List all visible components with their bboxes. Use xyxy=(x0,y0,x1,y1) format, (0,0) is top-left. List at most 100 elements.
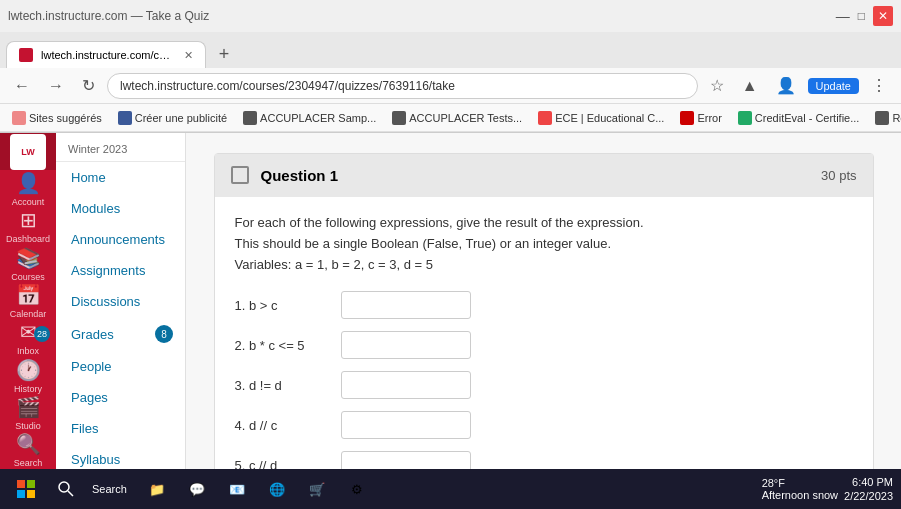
nav-item-announcements[interactable]: Announcements xyxy=(56,224,185,255)
nav-item-grades[interactable]: Grades 8 xyxy=(56,317,185,351)
nav-item-modules[interactable]: Modules xyxy=(56,193,185,224)
search-taskbar-btn[interactable] xyxy=(48,474,84,504)
menu-btn[interactable]: ⋮ xyxy=(865,74,893,97)
bookmark-sites[interactable]: Sites suggérés xyxy=(8,109,106,127)
nav-item-files[interactable]: Files xyxy=(56,413,185,444)
new-tab-btn[interactable]: + xyxy=(210,40,238,68)
browser-tab[interactable]: lwtech.instructure.com/courses/2304947/q… xyxy=(6,41,206,68)
nav-item-discussions[interactable]: Discussions xyxy=(56,286,185,317)
bookmark-resume[interactable]: Resume xyxy=(871,109,901,127)
taskbar-apps-btn[interactable]: ⚙ xyxy=(339,474,375,504)
bookmark-icon xyxy=(680,111,694,125)
taskbar-clock: 6:40 PM 2/22/2023 xyxy=(844,475,893,504)
bookmark-label: CreditEval - Certifie... xyxy=(755,112,860,124)
nav-label-announcements: Announcements xyxy=(71,232,165,247)
nav-label-people: People xyxy=(71,359,111,374)
canvas-logo[interactable]: LW xyxy=(0,133,56,170)
gn-label-studio: Studio xyxy=(15,421,41,431)
logo-inner: LW xyxy=(10,134,46,170)
window-title: lwtech.instructure.com — Take a Quiz xyxy=(8,9,209,23)
nav-item-people[interactable]: People xyxy=(56,351,185,382)
clock-time: 6:40 PM xyxy=(844,475,893,489)
nav-label-home: Home xyxy=(71,170,106,185)
windows-logo-icon xyxy=(17,480,35,498)
bookmark-label: ACCUPLACER Tests... xyxy=(409,112,522,124)
question-label-5: 5. c // d xyxy=(235,458,325,469)
gn-item-account[interactable]: 👤 Account xyxy=(0,170,56,207)
question-label-4: 4. d // c xyxy=(235,418,325,433)
desc-variables: Variables: a = 1, b = 2, c = 3, d = 5 xyxy=(235,255,853,276)
gn-label-history: History xyxy=(14,384,42,394)
search-taskbar-icon xyxy=(58,481,74,497)
studio-icon: 🎬 xyxy=(16,395,41,419)
address-bar[interactable] xyxy=(107,73,698,99)
extensions-btn[interactable]: ▲ xyxy=(736,75,764,97)
gn-item-inbox[interactable]: ✉ 28 Inbox xyxy=(0,320,56,357)
gn-item-history[interactable]: 🕐 History xyxy=(0,357,56,394)
question-row-1: 1. b > c xyxy=(235,291,853,319)
nav-item-syllabus[interactable]: Syllabus xyxy=(56,444,185,469)
taskbar-weather-desc: Afternoon snow xyxy=(762,489,838,501)
taskbar-browser-btn[interactable]: 🌐 xyxy=(259,474,295,504)
taskbar-weather: 28°F Afternoon snow xyxy=(762,477,838,501)
calendar-icon: 📅 xyxy=(16,283,41,307)
update-btn[interactable]: Update xyxy=(808,78,859,94)
gn-item-dashboard[interactable]: ⊞ Dashboard xyxy=(0,208,56,245)
profile-btn[interactable]: 👤 xyxy=(770,74,802,97)
dashboard-icon: ⊞ xyxy=(20,208,37,232)
question-label-3: 3. d != d xyxy=(235,378,325,393)
title-bar: lwtech.instructure.com — Take a Quiz — □… xyxy=(0,0,901,32)
nav-item-pages[interactable]: Pages xyxy=(56,382,185,413)
taskbar-chat-btn[interactable]: 💬 xyxy=(179,474,215,504)
taskbar-left: Search 📁 💬 📧 🌐 🛒 ⚙ xyxy=(8,471,375,507)
bookmark-fb-ad[interactable]: Créer une publicité xyxy=(114,109,231,127)
back-btn[interactable]: ← xyxy=(8,75,36,97)
bookmark-icon xyxy=(12,111,26,125)
window-controls[interactable]: — □ ✕ xyxy=(836,6,893,26)
bookmark-icon xyxy=(538,111,552,125)
gn-item-calendar[interactable]: 📅 Calendar xyxy=(0,282,56,319)
taskbar-store-btn[interactable]: 🛒 xyxy=(299,474,335,504)
answer-input-2[interactable] xyxy=(341,331,471,359)
forward-btn[interactable]: → xyxy=(42,75,70,97)
svg-rect-1 xyxy=(27,480,35,488)
answer-input-5[interactable] xyxy=(341,451,471,469)
minimize-btn[interactable]: — xyxy=(836,6,850,26)
nav-item-assignments[interactable]: Assignments xyxy=(56,255,185,286)
gn-item-search[interactable]: 🔍 Search xyxy=(0,432,56,469)
account-icon: 👤 xyxy=(16,171,41,195)
maximize-btn[interactable]: □ xyxy=(858,6,865,26)
answer-input-1[interactable] xyxy=(341,291,471,319)
bookmark-accuplacer1[interactable]: ACCUPLACER Samp... xyxy=(239,109,380,127)
start-button[interactable] xyxy=(8,471,44,507)
question-header: Question 1 30 pts xyxy=(215,154,873,197)
taskbar-mail-btn[interactable]: 📧 xyxy=(219,474,255,504)
question-title: Question 1 xyxy=(261,167,822,184)
bookmark-icon xyxy=(392,111,406,125)
global-nav: LW 👤 Account ⊞ Dashboard 📚 Courses 📅 Cal… xyxy=(0,133,56,469)
answer-input-3[interactable] xyxy=(341,371,471,399)
bookmark-ece[interactable]: ECE | Educational C... xyxy=(534,109,668,127)
close-btn[interactable]: ✕ xyxy=(873,6,893,26)
question-body: For each of the following expressions, g… xyxy=(215,197,873,469)
bookmark-btn[interactable]: ☆ xyxy=(704,74,730,97)
navigation-bar: ← → ↻ ☆ ▲ 👤 Update ⋮ xyxy=(0,68,901,104)
question-checkbox[interactable] xyxy=(231,166,249,184)
reload-btn[interactable]: ↻ xyxy=(76,74,101,97)
tab-close-btn[interactable]: ✕ xyxy=(184,49,193,62)
answer-input-4[interactable] xyxy=(341,411,471,439)
svg-rect-3 xyxy=(27,490,35,498)
bookmark-icon xyxy=(118,111,132,125)
taskbar-files-btn[interactable]: 📁 xyxy=(139,474,175,504)
browser-chrome: lwtech.instructure.com — Take a Quiz — □… xyxy=(0,0,901,133)
bookmark-icon xyxy=(243,111,257,125)
gn-item-studio[interactable]: 🎬 Studio xyxy=(0,394,56,431)
bookmark-accuplacer2[interactable]: ACCUPLACER Tests... xyxy=(388,109,526,127)
question-row-3: 3. d != d xyxy=(235,371,853,399)
gn-item-courses[interactable]: 📚 Courses xyxy=(0,245,56,282)
nav-item-home[interactable]: Home xyxy=(56,162,185,193)
bookmark-crediteval[interactable]: CreditEval - Certifie... xyxy=(734,109,864,127)
content-inner: Question 1 30 pts For each of the follow… xyxy=(194,153,894,469)
bookmark-error[interactable]: Error xyxy=(676,109,725,127)
title-bar-left: lwtech.instructure.com — Take a Quiz xyxy=(8,9,209,23)
